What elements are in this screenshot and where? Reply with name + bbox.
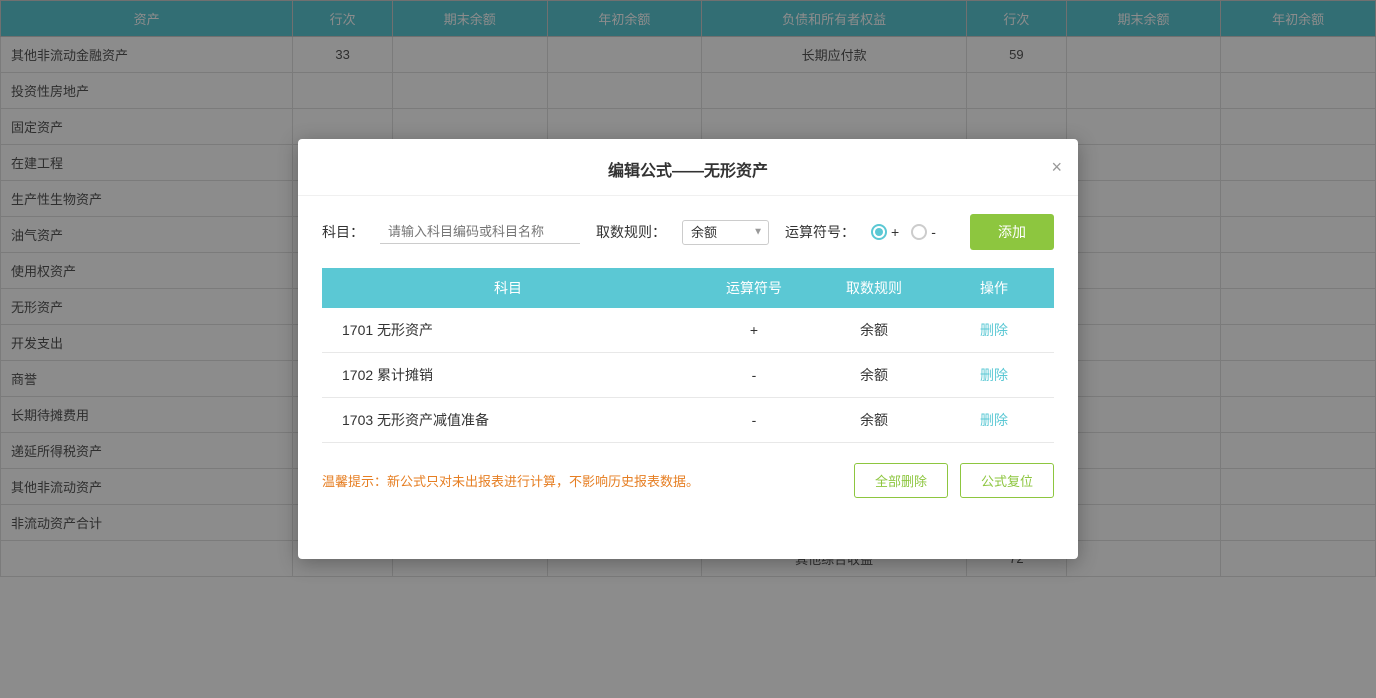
add-button[interactable]: 添加	[970, 214, 1054, 250]
modal-header: 编辑公式——无形资产 ×	[298, 139, 1078, 196]
modal-footer: 温馨提示：新公式只对未出报表进行计算，不影响历史报表数据。 全部删除 公式复位	[298, 443, 1078, 498]
table-row: 1702 累计摊销 - 余额 删除	[322, 353, 1054, 398]
row3-subject: 1703 无形资产减值准备	[322, 398, 694, 443]
row1-subject: 1701 无形资产	[322, 308, 694, 353]
operator-radio-group: + -	[871, 224, 936, 240]
modal-dialog: 编辑公式——无形资产 × 科目： 取数规则： 余额 借方 贷方 借方累计 贷方累…	[298, 139, 1078, 559]
form-row: 科目： 取数规则： 余额 借方 贷方 借方累计 贷方累计 ▼ 运算符号：	[298, 196, 1078, 268]
radio-minus-circle	[911, 224, 927, 240]
radio-minus-label: -	[931, 224, 936, 240]
rule-select-wrapper: 余额 借方 贷方 借方累计 贷方累计 ▼	[682, 220, 769, 245]
rule-label: 取数规则：	[596, 222, 666, 242]
subject-input[interactable]	[380, 220, 580, 244]
reset-formula-button[interactable]: 公式复位	[960, 463, 1054, 498]
radio-plus-label: +	[891, 224, 899, 240]
inner-table: 科目 运算符号 取数规则 操作 1701 无形资产 + 余额 删除	[322, 268, 1054, 443]
inner-header-rule: 取数规则	[814, 268, 934, 308]
rule-select[interactable]: 余额 借方 贷方 借方累计 贷方累计	[682, 220, 769, 245]
table-row: 1703 无形资产减值准备 - 余额 删除	[322, 398, 1054, 443]
row2-delete-link[interactable]: 删除	[980, 367, 1008, 383]
row3-rule: 余额	[814, 398, 934, 443]
page-container: 资产 行次 期末余额 年初余额 负债和所有者权益 行次 期末余额 年初余额 其他…	[0, 0, 1376, 698]
row2-operator: -	[694, 353, 814, 398]
radio-plus-circle	[871, 224, 887, 240]
inner-header-subject: 科目	[322, 268, 694, 308]
row2-subject: 1702 累计摊销	[322, 353, 694, 398]
hint-text: 温馨提示：新公式只对未出报表进行计算，不影响历史报表数据。	[322, 471, 699, 490]
delete-all-button[interactable]: 全部删除	[854, 463, 948, 498]
operator-label: 运算符号：	[785, 222, 855, 242]
radio-plus[interactable]: +	[871, 224, 899, 240]
row2-action: 删除	[934, 353, 1054, 398]
table-row: 1701 无形资产 + 余额 删除	[322, 308, 1054, 353]
inner-header-operator: 运算符号	[694, 268, 814, 308]
modal-close-button[interactable]: ×	[1051, 158, 1062, 176]
row2-rule: 余额	[814, 353, 934, 398]
row3-operator: -	[694, 398, 814, 443]
modal-title: 编辑公式——无形资产	[608, 163, 768, 180]
row3-delete-link[interactable]: 删除	[980, 412, 1008, 428]
footer-buttons: 全部删除 公式复位	[854, 463, 1054, 498]
row1-rule: 余额	[814, 308, 934, 353]
row1-action: 删除	[934, 308, 1054, 353]
radio-minus[interactable]: -	[911, 224, 936, 240]
modal-overlay: 编辑公式——无形资产 × 科目： 取数规则： 余额 借方 贷方 借方累计 贷方累…	[0, 0, 1376, 698]
row1-delete-link[interactable]: 删除	[980, 322, 1008, 338]
row1-operator: +	[694, 308, 814, 353]
inner-header-action: 操作	[934, 268, 1054, 308]
row3-action: 删除	[934, 398, 1054, 443]
subject-label: 科目：	[322, 222, 364, 242]
inner-table-wrapper: 科目 运算符号 取数规则 操作 1701 无形资产 + 余额 删除	[298, 268, 1078, 443]
